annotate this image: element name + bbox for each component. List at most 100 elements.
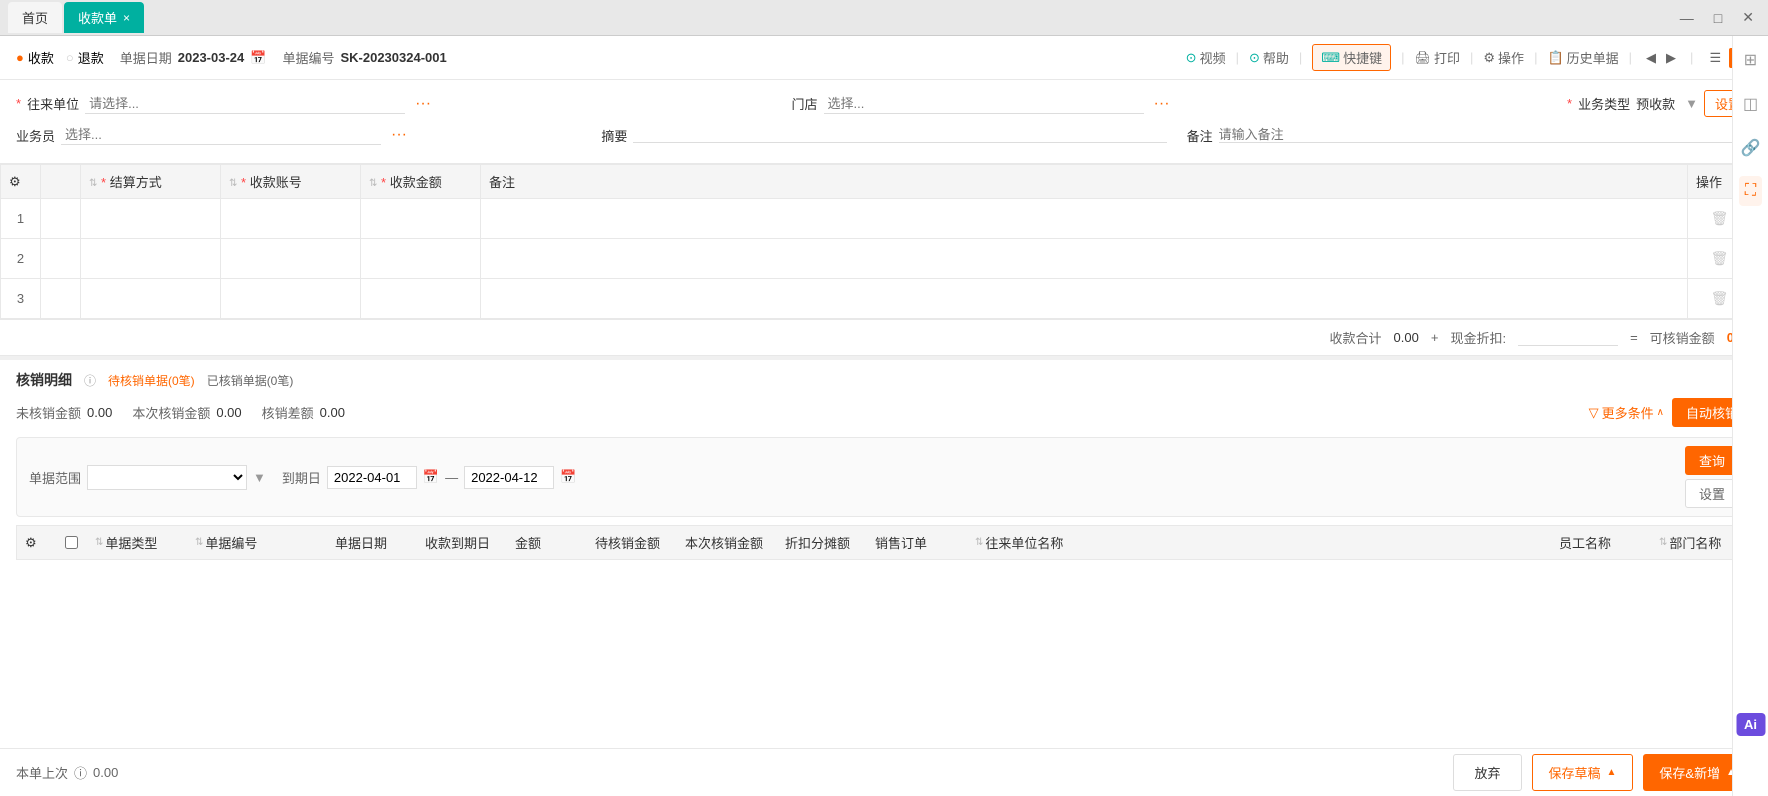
remark-cell-1[interactable]: [481, 199, 1688, 239]
col-index-header: [41, 165, 81, 199]
store-input[interactable]: [824, 94, 1144, 114]
business-chevron-icon[interactable]: ▼: [1685, 96, 1698, 111]
account-cell-2[interactable]: [221, 239, 361, 279]
recon-header: 核销明细 ⓘ 待核销单据(0笔) 已核销单据(0笔): [16, 370, 1752, 390]
bth-amount-label: 金额: [515, 533, 541, 552]
date-calendar-icon[interactable]: 📅: [250, 50, 266, 66]
done-tab[interactable]: 已核销单据(0笔): [207, 372, 294, 389]
amount-input-2[interactable]: [361, 239, 480, 278]
sidebar-doc-icon[interactable]: ◫: [1737, 88, 1764, 120]
bth-gear-icon[interactable]: ⚙: [25, 535, 37, 551]
amount-input-3[interactable]: [361, 279, 480, 318]
date-to-input[interactable]: [464, 466, 554, 489]
history-action[interactable]: 📋 历史单据: [1547, 48, 1618, 67]
tab-receipt-label: 收款单: [78, 8, 117, 27]
sep6: |: [1629, 50, 1632, 65]
list-view-btn[interactable]: ☰: [1703, 48, 1727, 68]
partner-more-icon[interactable]: ···: [415, 95, 431, 113]
store-label: 门店: [792, 94, 818, 113]
save-draft-button[interactable]: 保存草稿 ▲: [1532, 754, 1634, 791]
delete-icon-3[interactable]: 🗑: [1711, 290, 1729, 307]
settlement-cell-1[interactable]: [81, 199, 221, 239]
date-from-input[interactable]: [327, 466, 417, 489]
gear-icon[interactable]: ⚙: [9, 174, 21, 189]
collection-total-value: 0.00: [1394, 330, 1419, 345]
settlement-input-3[interactable]: [81, 279, 220, 318]
account-input-3[interactable]: [221, 279, 360, 318]
save-draft-label: 保存草稿: [1549, 763, 1601, 782]
print-action[interactable]: 🖨 打印: [1414, 48, 1460, 67]
bth-checkbox-col: [57, 536, 87, 549]
diff-label: 核销差额: [262, 403, 314, 422]
query-button[interactable]: 查询: [1685, 446, 1739, 475]
nav-arrows: ◀ ▶: [1642, 48, 1680, 68]
settlement-input-2[interactable]: [81, 239, 220, 278]
next-arrow[interactable]: ▶: [1662, 48, 1680, 68]
tab-home-label: 首页: [22, 11, 48, 26]
maximize-button[interactable]: □: [1708, 8, 1728, 28]
filter-icon: ▽: [1589, 405, 1599, 421]
staff-input[interactable]: [61, 125, 381, 145]
sidebar-link-icon[interactable]: 🔗: [1735, 132, 1767, 164]
remark-input-1[interactable]: [481, 199, 1687, 238]
sidebar-expand-icon[interactable]: ⛶: [1739, 176, 1762, 206]
radio-refund[interactable]: ○ 退款: [66, 48, 104, 67]
remark-input-3[interactable]: [481, 279, 1687, 318]
operation-action[interactable]: ⚙ 操作: [1483, 48, 1524, 67]
tab-close-icon[interactable]: ×: [123, 11, 130, 25]
footer-info-icon[interactable]: ⓘ: [74, 763, 87, 782]
prev-doc-value: 0.00: [93, 765, 118, 780]
save-new-label: 保存&新增: [1659, 763, 1720, 782]
settlement-input-1[interactable]: [81, 199, 220, 238]
amount-cell-1[interactable]: [361, 199, 481, 239]
delete-icon-1[interactable]: 🗑: [1711, 210, 1729, 227]
summary-input[interactable]: [633, 127, 1166, 143]
more-filter-btn[interactable]: ▽ 更多条件 ∧: [1589, 403, 1664, 422]
remark-cell-3[interactable]: [481, 279, 1688, 319]
voucher-range-select[interactable]: [87, 465, 247, 490]
ai-button[interactable]: Ai: [1736, 713, 1765, 736]
pending-tab[interactable]: 待核销单据(0笔): [108, 372, 195, 389]
window-close-button[interactable]: ✕: [1736, 7, 1760, 28]
remark-input[interactable]: [1219, 127, 1752, 143]
sidebar-table-icon[interactable]: ⊞: [1738, 44, 1763, 76]
tab-receipt[interactable]: 收款单 ×: [64, 2, 144, 33]
recon-info-icon[interactable]: ⓘ: [84, 372, 96, 389]
amount-cell-2[interactable]: [361, 239, 481, 279]
account-input-2[interactable]: [221, 239, 360, 278]
account-cell-1[interactable]: [221, 199, 361, 239]
radio-receipt[interactable]: ● 收款: [16, 48, 54, 67]
abandon-button[interactable]: 放弃: [1453, 754, 1521, 791]
remark-cell-2[interactable]: [481, 239, 1688, 279]
video-action[interactable]: ⊙ 视频: [1186, 48, 1226, 67]
voucher-range-chevron: ▼: [253, 470, 266, 485]
tab-home[interactable]: 首页: [8, 2, 62, 33]
staff-more-icon[interactable]: ···: [391, 126, 407, 144]
current-verify-stat: 本次核销金额 0.00: [132, 403, 241, 422]
partner-input[interactable]: [85, 94, 405, 114]
account-cell-3[interactable]: [221, 279, 361, 319]
store-more-icon[interactable]: ···: [1154, 95, 1170, 113]
amount-cell-3[interactable]: [361, 279, 481, 319]
prev-arrow[interactable]: ◀: [1642, 48, 1660, 68]
shortcut-action[interactable]: ⌨ 快捷键: [1312, 44, 1391, 71]
help-action[interactable]: ⊙ 帮助: [1249, 48, 1289, 67]
date-value: 2023-03-24: [178, 50, 245, 65]
shortcut-icon: ⌨: [1321, 50, 1340, 66]
select-all-checkbox[interactable]: [65, 536, 78, 549]
delete-icon-2[interactable]: 🗑: [1711, 250, 1729, 267]
filter-settings-button[interactable]: 设置: [1685, 479, 1739, 508]
table-row: 3 🗑 ⧉: [1, 279, 1768, 319]
date-to-calendar-icon[interactable]: 📅: [560, 469, 576, 485]
date-from-calendar-icon[interactable]: 📅: [423, 469, 439, 485]
minimize-button[interactable]: —: [1674, 8, 1700, 28]
settlement-cell-3[interactable]: [81, 279, 221, 319]
history-icon: 📋: [1547, 50, 1563, 66]
amount-input-1[interactable]: [361, 199, 480, 238]
sort-icon: ⇅: [229, 178, 237, 189]
settlement-cell-2[interactable]: [81, 239, 221, 279]
remark-input-2[interactable]: [481, 239, 1687, 278]
sep1: |: [1236, 50, 1239, 65]
discount-input[interactable]: [1518, 330, 1618, 346]
account-input-1[interactable]: [221, 199, 360, 238]
